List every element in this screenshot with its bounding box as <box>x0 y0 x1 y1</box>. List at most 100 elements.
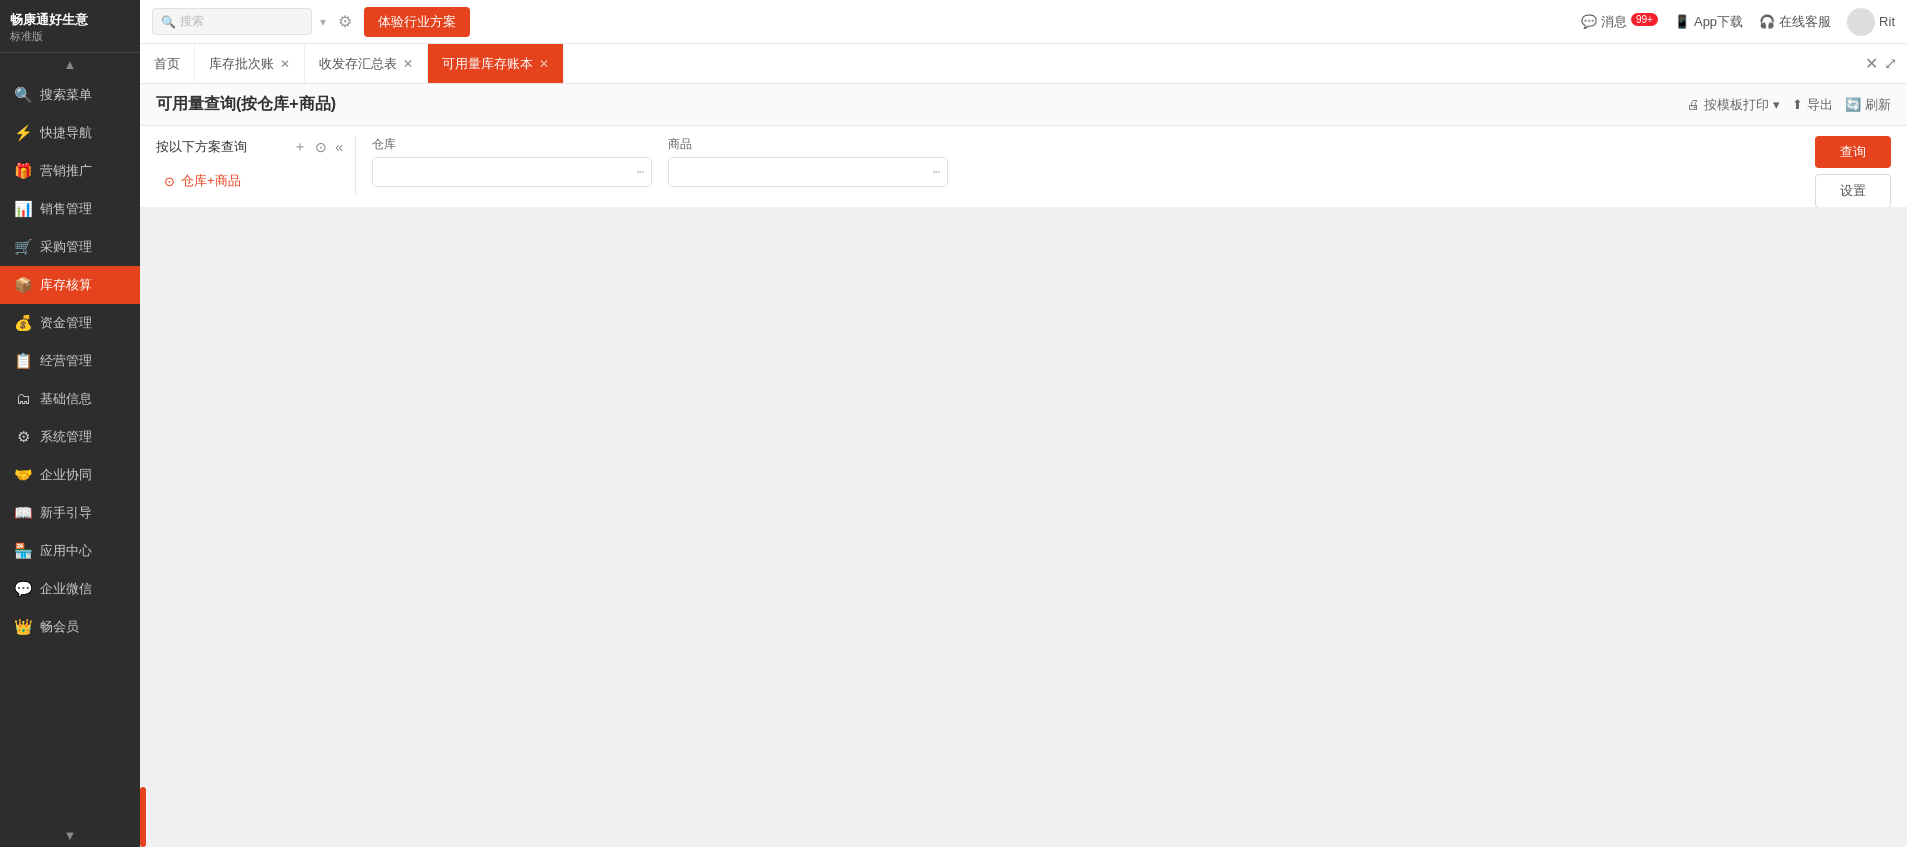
goods-more-icon[interactable]: ··· <box>932 163 939 181</box>
user-avatar[interactable]: Rit <box>1847 8 1895 36</box>
scroll-down-btn[interactable]: ▼ <box>0 824 140 847</box>
setting-button[interactable]: 设置 <box>1815 174 1891 207</box>
sidebar-item-marketing[interactable]: 🎁 营销推广 <box>0 152 140 190</box>
trial-button[interactable]: 体验行业方案 <box>364 7 470 37</box>
sidebar-item-member[interactable]: 👑 畅会员 <box>0 608 140 646</box>
refresh-icon: 🔄 <box>1845 97 1861 112</box>
message-badge: 99+ <box>1631 13 1658 26</box>
filter-goods: 商品 ··· <box>668 136 948 187</box>
dropdown-arrow-icon: ▾ <box>1773 97 1780 112</box>
query-buttons: 查询 设置 <box>1799 136 1891 207</box>
filter-goods-input[interactable]: ··· <box>668 157 948 187</box>
app-download-button[interactable]: 📱 App下载 <box>1674 13 1743 31</box>
page-title: 可用量查询(按仓库+商品) <box>156 94 336 115</box>
page-header: 可用量查询(按仓库+商品) 🖨 按模板打印 ▾ ⬆ 导出 🔄 刷新 <box>140 84 1907 126</box>
filter-goods-label: 商品 <box>668 136 948 153</box>
sidebar-item-inventory[interactable]: 📦 库存核算 <box>0 266 140 304</box>
member-icon: 👑 <box>14 618 32 636</box>
sidebar-item-shortcut[interactable]: ⚡ 快捷导航 <box>0 114 140 152</box>
sidebar-item-guide[interactable]: 📖 新手引导 <box>0 494 140 532</box>
warehouse-more-icon[interactable]: ··· <box>636 163 643 181</box>
search-icon: 🔍 <box>14 86 32 104</box>
page-header-actions: 🖨 按模板打印 ▾ ⬆ 导出 🔄 刷新 <box>1687 96 1891 114</box>
sidebar-item-finance[interactable]: 💰 资金管理 <box>0 304 140 342</box>
warehouse-input-field[interactable] <box>381 165 632 180</box>
sidebar-item-wechat[interactable]: 💬 企业微信 <box>0 570 140 608</box>
tabs-right-actions: ✕ ⤢ <box>1855 54 1907 73</box>
tab-close-batch-account[interactable]: ✕ <box>280 57 290 71</box>
tab-close-available-ledger[interactable]: ✕ <box>539 57 549 71</box>
brand-edition: 标准版 <box>10 29 130 44</box>
settings-scheme-button[interactable]: ⊙ <box>313 136 329 158</box>
gear-icon[interactable]: ⚙ <box>334 8 356 35</box>
sales-icon: 📊 <box>14 200 32 218</box>
filter-warehouse: 仓库 ··· <box>372 136 652 187</box>
add-scheme-button[interactable]: ＋ <box>291 136 309 158</box>
scheme-item-warehouse-goods[interactable]: ⊙ 仓库+商品 <box>156 166 345 196</box>
sidebar-header: 畅康通好生意 标准版 <box>0 0 140 53</box>
query-button[interactable]: 查询 <box>1815 136 1891 168</box>
username-label: Rit <box>1879 14 1895 29</box>
avatar <box>1847 8 1875 36</box>
sidebar-item-enterprise[interactable]: 🤝 企业协同 <box>0 456 140 494</box>
export-icon: ⬆ <box>1792 97 1803 112</box>
tab-available-ledger[interactable]: 可用量库存账本 ✕ <box>428 44 564 83</box>
brand-name: 畅康通好生意 <box>10 12 130 29</box>
query-scheme-panel: 按以下方案查询 ＋ ⊙ « ⊙ 仓库+商品 <box>156 136 356 196</box>
close-tab-button[interactable]: ✕ <box>1865 54 1878 73</box>
headset-icon: 🎧 <box>1759 14 1775 29</box>
tabs-bar: 首页 库存批次账 ✕ 收发存汇总表 ✕ 可用量库存账本 ✕ ✕ ⤢ <box>140 44 1907 84</box>
sidebar-item-sales[interactable]: 📊 销售管理 <box>0 190 140 228</box>
operations-icon: 📋 <box>14 352 32 370</box>
message-button[interactable]: 💬 消息 99+ <box>1581 13 1658 31</box>
search-icon: 🔍 <box>161 15 176 29</box>
right-scrollbar[interactable] <box>140 207 146 847</box>
purchase-icon: 🛒 <box>14 238 32 256</box>
enterprise-icon: 🤝 <box>14 466 32 484</box>
main-area: 🔍 搜索 ▾ ⚙ 体验行业方案 💬 消息 99+ 📱 App下载 🎧 在线客服 … <box>140 0 1907 847</box>
scroll-up-btn[interactable]: ▲ <box>0 53 140 76</box>
dropdown-arrow-icon[interactable]: ▾ <box>320 15 326 29</box>
system-icon: ⚙ <box>14 428 32 446</box>
filter-warehouse-label: 仓库 <box>372 136 652 153</box>
collapse-scheme-button[interactable]: « <box>333 136 345 158</box>
finance-icon: 💰 <box>14 314 32 332</box>
query-area: 按以下方案查询 ＋ ⊙ « ⊙ 仓库+商品 仓库 <box>140 126 1907 207</box>
topbar-search-box[interactable]: 🔍 搜索 <box>152 8 312 35</box>
refresh-button[interactable]: 🔄 刷新 <box>1845 96 1891 114</box>
sidebar-item-system[interactable]: ⚙ 系统管理 <box>0 418 140 456</box>
filter-warehouse-input[interactable]: ··· <box>372 157 652 187</box>
topbar: 🔍 搜索 ▾ ⚙ 体验行业方案 💬 消息 99+ 📱 App下载 🎧 在线客服 … <box>140 0 1907 44</box>
sidebar-item-basic[interactable]: 🗂 基础信息 <box>0 380 140 418</box>
query-filters: 仓库 ··· 商品 ··· <box>356 136 1799 187</box>
service-button[interactable]: 🎧 在线客服 <box>1759 13 1831 31</box>
sidebar-item-purchase[interactable]: 🛒 采购管理 <box>0 228 140 266</box>
sidebar-item-operations[interactable]: 📋 经营管理 <box>0 342 140 380</box>
tab-receive-summary[interactable]: 收发存汇总表 ✕ <box>305 44 428 83</box>
shortcut-icon: ⚡ <box>14 124 32 142</box>
print-icon: 🖨 <box>1687 97 1700 112</box>
tab-close-receive-summary[interactable]: ✕ <box>403 57 413 71</box>
page-content: 可用量查询(按仓库+商品) 🖨 按模板打印 ▾ ⬆ 导出 🔄 刷新 <box>140 84 1907 207</box>
sidebar: 畅康通好生意 标准版 ▲ 🔍 搜索菜单 ⚡ 快捷导航 🎁 营销推广 📊 销售管理… <box>0 0 140 847</box>
query-scheme-header: 按以下方案查询 ＋ ⊙ « <box>156 136 345 158</box>
phone-icon: 📱 <box>1674 14 1690 29</box>
scheme-actions: ＋ ⊙ « <box>291 136 345 158</box>
topbar-right: 💬 消息 99+ 📱 App下载 🎧 在线客服 Rit <box>1581 8 1895 36</box>
inventory-icon: 📦 <box>14 276 32 294</box>
sidebar-item-search[interactable]: 🔍 搜索菜单 <box>0 76 140 114</box>
sidebar-item-apps[interactable]: 🏪 应用中心 <box>0 532 140 570</box>
search-placeholder: 搜索 <box>180 13 204 30</box>
goods-input-field[interactable] <box>677 165 928 180</box>
scrollbar-handle[interactable] <box>140 787 146 847</box>
wechat-icon: 💬 <box>14 580 32 598</box>
print-template-button[interactable]: 🖨 按模板打印 ▾ <box>1687 96 1780 114</box>
sidebar-scroll-area: 🔍 搜索菜单 ⚡ 快捷导航 🎁 营销推广 📊 销售管理 🛒 采购管理 📦 库存核… <box>0 76 140 824</box>
maximize-tab-button[interactable]: ⤢ <box>1884 54 1897 73</box>
tab-batch-account[interactable]: 库存批次账 ✕ <box>195 44 305 83</box>
tab-home[interactable]: 首页 <box>140 44 195 83</box>
marketing-icon: 🎁 <box>14 162 32 180</box>
export-button[interactable]: ⬆ 导出 <box>1792 96 1833 114</box>
scheme-label: 按以下方案查询 <box>156 138 247 156</box>
apps-icon: 🏪 <box>14 542 32 560</box>
